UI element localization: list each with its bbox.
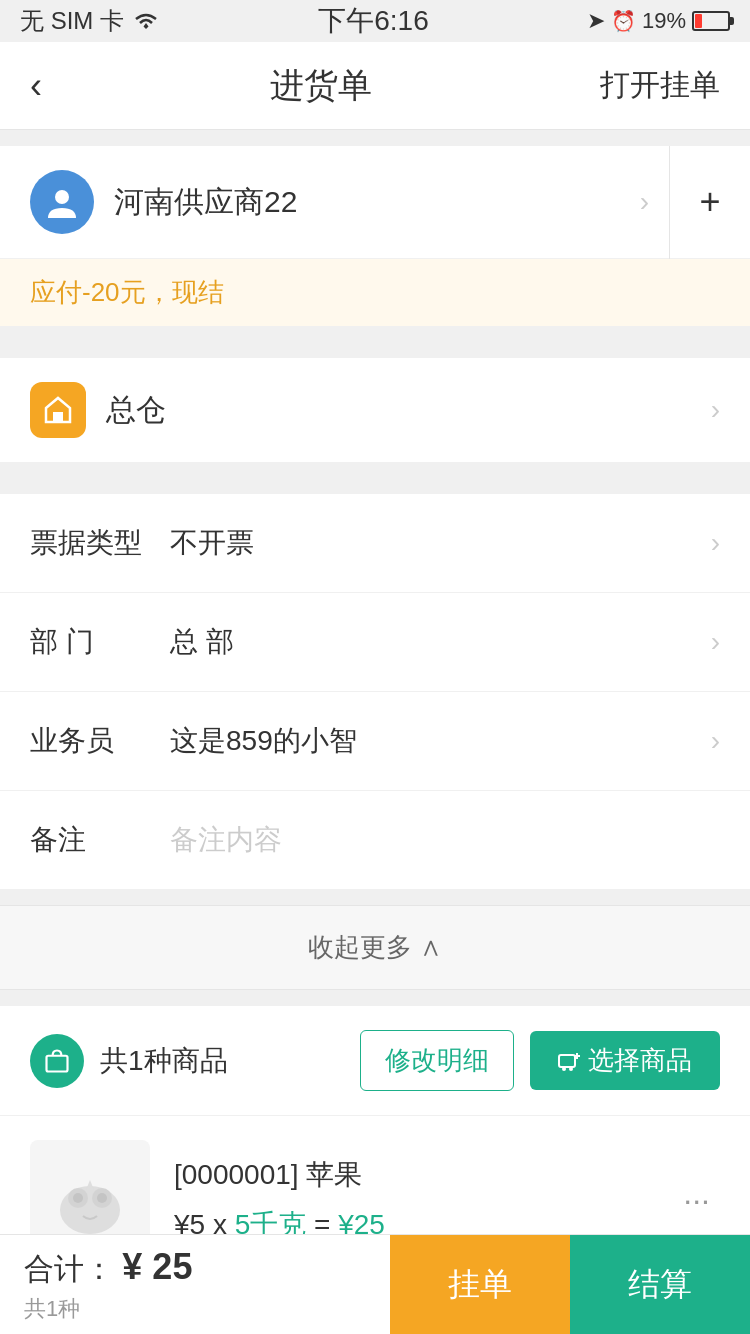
total-sub: 共1种 <box>24 1294 366 1324</box>
back-button[interactable]: ‹ <box>30 65 42 107</box>
bottom-bar: 合计： ¥ 25 共1种 挂单 结算 <box>0 1234 750 1334</box>
total-main: 合计： ¥ 25 <box>24 1246 366 1290</box>
supplier-name: 河南供应商22 <box>114 182 630 223</box>
salesperson-row[interactable]: 业务员 这是859的小智 › <box>0 692 750 791</box>
cart-plus-icon <box>558 1050 580 1072</box>
department-chevron-icon: › <box>711 626 720 658</box>
edit-detail-button[interactable]: 修改明细 <box>360 1030 514 1091</box>
main-content: 河南供应商22 › + 应付-20元，现结 总仓 › 票据类型 不开票 <box>0 130 750 1334</box>
total-amount: ¥ 25 <box>122 1246 192 1287</box>
svg-point-8 <box>60 1186 120 1234</box>
product-id: [0000001] <box>174 1159 299 1190</box>
divider-3 <box>0 478 750 494</box>
collapse-label: 收起更多 ∧ <box>308 932 441 962</box>
warehouse-chevron-icon: › <box>711 394 720 426</box>
salesperson-chevron-icon: › <box>711 725 720 757</box>
invoice-type-row[interactable]: 票据类型 不开票 › <box>0 494 750 593</box>
status-bar: 无 SIM 卡 下午6:16 ➤ ⏰ 19% <box>0 0 750 42</box>
svg-point-4 <box>562 1067 566 1071</box>
products-icon <box>30 1034 84 1088</box>
page-title: 进货单 <box>270 63 372 109</box>
supplier-selector[interactable]: 河南供应商22 › <box>0 146 669 259</box>
divider-top <box>0 130 750 146</box>
supplier-avatar <box>30 170 94 234</box>
person-icon <box>44 184 80 220</box>
invoice-type-chevron-icon: › <box>711 527 720 559</box>
svg-point-12 <box>97 1193 107 1203</box>
remark-value: 备注内容 <box>170 821 720 859</box>
supplier-section: 河南供应商22 › + <box>0 146 750 259</box>
battery-icon <box>692 11 730 31</box>
battery-percent: 19% <box>642 8 686 34</box>
svg-rect-3 <box>559 1055 575 1067</box>
house-icon <box>42 394 74 426</box>
svg-marker-13 <box>86 1180 94 1190</box>
nav-bar: ‹ 进货单 打开挂单 <box>0 42 750 130</box>
wifi-icon <box>132 11 160 31</box>
products-header: 共1种商品 修改明细 选择商品 <box>0 1006 750 1116</box>
product-more-button[interactable]: ··· <box>673 1182 720 1219</box>
status-right: ➤ ⏰ 19% <box>587 8 730 34</box>
checkout-button[interactable]: 结算 <box>570 1235 750 1334</box>
total-label: 合计： <box>24 1252 114 1285</box>
supplier-chevron-icon: › <box>640 186 649 218</box>
select-product-button[interactable]: 选择商品 <box>530 1031 720 1090</box>
select-product-label: 选择商品 <box>588 1043 692 1078</box>
collapse-bar[interactable]: 收起更多 ∧ <box>0 905 750 990</box>
divider-2 <box>0 342 750 358</box>
remark-row[interactable]: 备注 备注内容 <box>0 791 750 889</box>
svg-point-0 <box>55 190 69 204</box>
shopping-bag-icon <box>43 1047 71 1075</box>
department-label: 部 门 <box>30 623 170 661</box>
svg-rect-2 <box>47 1055 68 1071</box>
salesperson-label: 业务员 <box>30 722 170 760</box>
notice-text: 应付-20元，现结 <box>30 277 224 307</box>
svg-point-5 <box>569 1067 573 1071</box>
total-section: 合计： ¥ 25 共1种 <box>0 1235 390 1334</box>
carrier-text: 无 SIM 卡 <box>20 5 124 37</box>
product-apple: 苹果 <box>306 1159 362 1190</box>
invoice-type-value: 不开票 <box>170 524 701 562</box>
warehouse-icon <box>30 382 86 438</box>
supplier-add-button[interactable]: + <box>670 146 750 259</box>
remark-label: 备注 <box>30 821 170 859</box>
warehouse-selector[interactable]: 总仓 › <box>0 358 750 462</box>
status-time: 下午6:16 <box>318 2 429 40</box>
status-carrier: 无 SIM 卡 <box>20 5 160 37</box>
notice-banner: 应付-20元，现结 <box>0 259 750 326</box>
products-count: 共1种商品 <box>100 1042 360 1080</box>
warehouse-name: 总仓 <box>106 390 701 431</box>
invoice-type-label: 票据类型 <box>30 524 170 562</box>
form-section: 票据类型 不开票 › 部 门 总 部 › 业务员 这是859的小智 › 备注 备… <box>0 494 750 889</box>
product-name: [0000001] 苹果 <box>174 1156 673 1194</box>
svg-point-11 <box>73 1193 83 1203</box>
open-hang-button[interactable]: 打开挂单 <box>600 65 720 106</box>
svg-rect-1 <box>53 412 63 422</box>
owl-logo-icon <box>50 1160 130 1240</box>
department-row[interactable]: 部 门 总 部 › <box>0 593 750 692</box>
department-value: 总 部 <box>170 623 701 661</box>
location-icon: ➤ <box>587 8 605 34</box>
salesperson-value: 这是859的小智 <box>170 722 701 760</box>
product-info: [0000001] 苹果 ¥5 x 5千克 = ¥25 <box>174 1156 673 1244</box>
hang-button[interactable]: 挂单 <box>390 1235 570 1334</box>
alarm-icon: ⏰ <box>611 9 636 33</box>
warehouse-section: 总仓 › <box>0 358 750 462</box>
